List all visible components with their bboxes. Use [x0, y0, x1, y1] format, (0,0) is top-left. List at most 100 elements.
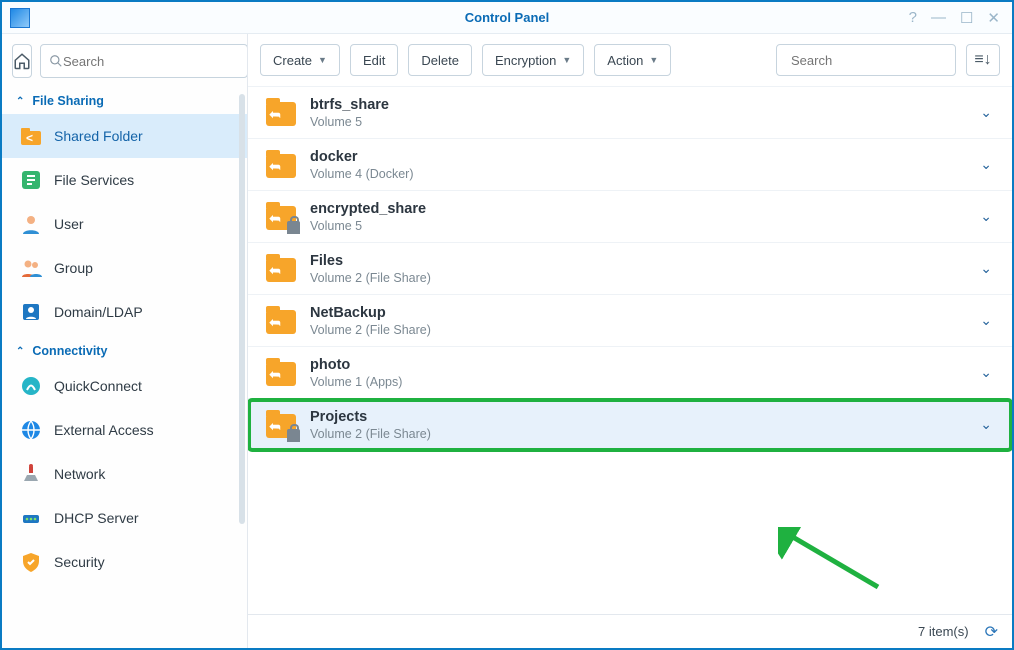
- sidebar-group-file-sharing[interactable]: ⌃ File Sharing: [2, 84, 247, 114]
- folder-row[interactable]: ➦ Projects Volume 2 (File Share) ⌄: [248, 399, 1012, 451]
- list-search[interactable]: [776, 44, 956, 76]
- sidebar-search-input[interactable]: [63, 54, 239, 69]
- shared-folder-icon: ➦: [266, 256, 296, 282]
- folder-volume: Volume 5: [310, 115, 966, 129]
- minimize-icon[interactable]: —: [931, 9, 946, 27]
- sidebar-item-label: User: [54, 216, 84, 232]
- chevron-down-icon[interactable]: ⌄: [980, 104, 992, 121]
- sidebar-item-label: Group: [54, 260, 93, 276]
- sidebar-item-label: Shared Folder: [54, 128, 143, 144]
- app-icon: [10, 8, 30, 28]
- sidebar-item-label: Network: [54, 466, 105, 482]
- toolbar: Create▼ Edit Delete Encryption▼ Action▼ …: [248, 34, 1012, 87]
- lock-icon: [287, 429, 300, 442]
- folder-name: photo: [310, 357, 966, 373]
- folder-volume: Volume 4 (Docker): [310, 167, 966, 181]
- sidebar-group-connectivity[interactable]: ⌃ Connectivity: [2, 334, 247, 364]
- sidebar-item-user[interactable]: User: [2, 202, 247, 246]
- chevron-down-icon[interactable]: ⌄: [980, 260, 992, 277]
- list-search-input[interactable]: [791, 53, 967, 68]
- sort-button[interactable]: ≡↓: [966, 44, 1000, 76]
- shared-folder-icon: ➦: [266, 308, 296, 334]
- caret-down-icon: ▼: [318, 55, 327, 65]
- security-icon: [20, 551, 42, 573]
- action-button[interactable]: Action▼: [594, 44, 671, 76]
- network-icon: [20, 463, 42, 485]
- folder-name: docker: [310, 149, 966, 165]
- caret-down-icon: ▼: [562, 55, 571, 65]
- control-panel-window: Control Panel ? — ☐ ✕ ⌃File Shari: [0, 0, 1014, 650]
- chevron-down-icon[interactable]: ⌄: [980, 364, 992, 381]
- sidebar-item-label: DHCP Server: [54, 510, 139, 526]
- quickconnect-icon: [20, 375, 42, 397]
- folder-row[interactable]: ➦ photo Volume 1 (Apps) ⌄: [248, 347, 1012, 399]
- sidebar-item-quickconnect[interactable]: QuickConnect: [2, 364, 247, 408]
- chevron-up-icon: ⌃: [16, 346, 24, 357]
- sidebar-item-shared-folder[interactable]: < Shared Folder: [2, 114, 247, 158]
- create-button[interactable]: Create▼: [260, 44, 340, 76]
- sidebar-item-external-access[interactable]: External Access: [2, 408, 247, 452]
- folder-row[interactable]: ➦ Files Volume 2 (File Share) ⌄: [248, 243, 1012, 295]
- svg-text:<: <: [26, 131, 33, 145]
- sidebar-item-dhcp-server[interactable]: DHCP Server: [2, 496, 247, 540]
- folder-name: NetBackup: [310, 305, 966, 321]
- shared-folder-icon: <: [20, 125, 42, 147]
- maximize-icon[interactable]: ☐: [960, 9, 973, 27]
- shared-folder-icon: ➦: [266, 152, 296, 178]
- close-icon[interactable]: ✕: [987, 9, 1000, 27]
- folder-name: encrypted_share: [310, 201, 966, 217]
- chevron-down-icon[interactable]: ⌄: [980, 312, 992, 329]
- sidebar-item-file-services[interactable]: File Services: [2, 158, 247, 202]
- encryption-button[interactable]: Encryption▼: [482, 44, 584, 76]
- folder-volume: Volume 1 (Apps): [310, 375, 966, 389]
- sidebar-item-label: External Access: [54, 422, 154, 438]
- chevron-down-icon[interactable]: ⌄: [980, 156, 992, 173]
- lock-icon: [287, 221, 300, 234]
- sidebar: ⌃ File Sharing < Shared Folder File Services…: [2, 34, 248, 648]
- shared-folder-icon: ➦: [266, 204, 296, 230]
- sidebar-item-label: Security: [54, 554, 105, 570]
- domain-icon: [20, 301, 42, 323]
- sidebar-item-domain-ldap[interactable]: Domain/LDAP: [2, 290, 247, 334]
- folder-volume: Volume 2 (File Share): [310, 323, 966, 337]
- sidebar-search[interactable]: [40, 44, 247, 78]
- sidebar-item-group[interactable]: Group: [2, 246, 247, 290]
- help-icon[interactable]: ?: [909, 9, 917, 27]
- sidebar-group-label: Connectivity: [32, 344, 107, 358]
- folder-name: Files: [310, 253, 966, 269]
- caret-down-icon: ▼: [649, 55, 658, 65]
- chevron-down-icon[interactable]: ⌄: [980, 208, 992, 225]
- user-icon: [20, 213, 42, 235]
- scrollbar[interactable]: [239, 94, 245, 524]
- folder-volume: Volume 5: [310, 219, 966, 233]
- folder-row[interactable]: ➦ NetBackup Volume 2 (File Share) ⌄: [248, 295, 1012, 347]
- folder-name: Projects: [310, 409, 966, 425]
- chevron-down-icon[interactable]: ⌄: [980, 416, 992, 433]
- main-panel: Create▼ Edit Delete Encryption▼ Action▼ …: [248, 34, 1012, 648]
- annotation-arrow: [778, 527, 888, 597]
- folder-name: btrfs_share: [310, 97, 966, 113]
- group-icon: [20, 257, 42, 279]
- folder-volume: Volume 2 (File Share): [310, 427, 966, 441]
- edit-button[interactable]: Edit: [350, 44, 398, 76]
- sidebar-item-label: Domain/LDAP: [54, 304, 143, 320]
- chevron-up-icon: ⌃: [16, 96, 24, 107]
- folder-row[interactable]: ➦ encrypted_share Volume 5 ⌄: [248, 191, 1012, 243]
- sidebar-group-label: File Sharing: [32, 94, 104, 108]
- delete-button[interactable]: Delete: [408, 44, 472, 76]
- home-button[interactable]: [12, 44, 32, 78]
- sidebar-item-security[interactable]: Security: [2, 540, 247, 584]
- refresh-button[interactable]: ⟳: [985, 622, 998, 642]
- folder-info: docker Volume 4 (Docker): [310, 149, 966, 181]
- search-icon: [49, 54, 63, 68]
- folder-row[interactable]: ➦ docker Volume 4 (Docker) ⌄: [248, 139, 1012, 191]
- folder-info: NetBackup Volume 2 (File Share): [310, 305, 966, 337]
- folder-info: encrypted_share Volume 5: [310, 201, 966, 233]
- item-count: 7 item(s): [918, 624, 969, 639]
- folder-row[interactable]: ➦ btrfs_share Volume 5 ⌄: [248, 87, 1012, 139]
- dhcp-icon: [20, 507, 42, 529]
- sidebar-item-network[interactable]: Network: [2, 452, 247, 496]
- shared-folder-icon: ➦: [266, 360, 296, 386]
- external-access-icon: [20, 419, 42, 441]
- folder-info: Projects Volume 2 (File Share): [310, 409, 966, 441]
